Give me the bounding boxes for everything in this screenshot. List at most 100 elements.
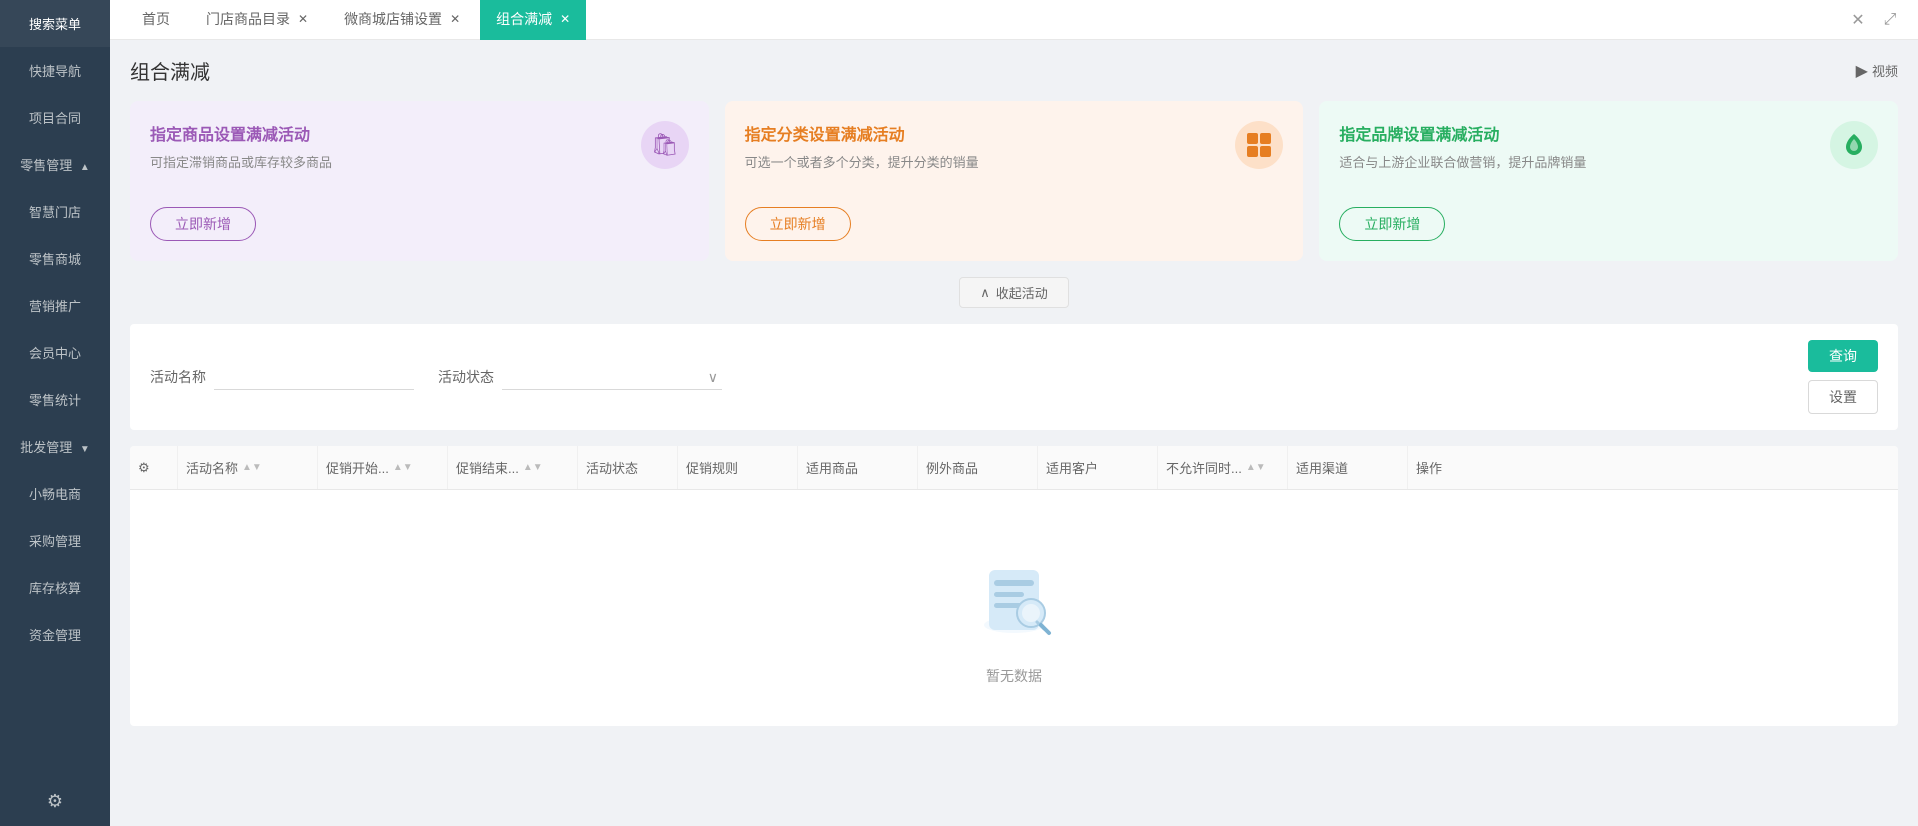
sidebar-item-label: 批发管理 [20,440,72,455]
sidebar-item-purchase-mgmt[interactable]: 采购管理 [0,517,110,564]
sidebar-item-finance-mgmt[interactable]: 资金管理 [0,611,110,658]
th-applicable-customers: 适用客户 [1038,446,1158,489]
th-activity-status: 活动状态 [578,446,678,489]
settings-button[interactable]: 设置 [1808,380,1878,414]
sidebar-item-label: 零售统计 [29,393,81,408]
th-excluded-goods: 例外商品 [918,446,1038,489]
video-link[interactable]: ▶ 视频 [1856,61,1898,81]
tab-close-wechat-settings[interactable]: ✕ [450,12,460,26]
card-category-discount: 指定分类设置满减活动 可选一个或者多个分类，提升分类的销量 立即新增 [725,101,1304,261]
sort-icon[interactable]: ▲▼ [242,463,262,473]
sidebar-item-label: 营销推广 [29,299,81,314]
card-product-icon: 🛍 [641,121,689,169]
filter-activity-name-label: 活动名称 [150,367,206,387]
sidebar-item-member-center[interactable]: 会员中心 [0,329,110,376]
card-category-icon [1235,121,1283,169]
empty-illustration [964,550,1064,650]
card-category-title: 指定分类设置满减活动 [745,121,1284,145]
sort-icon[interactable]: ▲▼ [1246,463,1266,473]
sort-icon[interactable]: ▲▼ [523,463,543,473]
sidebar-item-label: 智慧门店 [29,205,81,220]
card-product-desc: 可指定滞销商品或库存较多商品 [150,153,689,174]
empty-text: 暂无数据 [986,666,1042,686]
filter-activity-status: 活动状态 ∨ [438,365,722,390]
card-brand-add-button[interactable]: 立即新增 [1339,207,1445,241]
sidebar-item-label: 资金管理 [29,628,81,643]
card-product-add-button[interactable]: 立即新增 [150,207,256,241]
th-operations: 操作 [1408,446,1528,489]
filter-activity-name: 活动名称 [150,365,414,390]
card-brand-discount: 指定品牌设置满减活动 适合与上游企业联合做营销，提升品牌销量 立即新增 [1319,101,1898,261]
card-product-discount: 指定商品设置满减活动 可指定滞销商品或库存较多商品 🛍 立即新增 [130,101,709,261]
page-header: 组合满减 ▶ 视频 [130,56,1898,85]
th-no-concurrent: 不允许同时... ▲▼ [1158,446,1288,489]
card-category-desc: 可选一个或者多个分类，提升分类的销量 [745,153,1284,174]
activity-status-select-wrap: ∨ [502,365,722,390]
sidebar-item-wholesale-mgmt[interactable]: 批发管理 [0,423,110,470]
collapse-arrow-icon: ∧ [980,285,990,301]
sidebar-item-retail-mall[interactable]: 零售商城 [0,235,110,282]
th-promo-start: 促销开始... ▲▼ [318,446,448,489]
window-maximize-button[interactable]: ⤢ [1878,8,1902,32]
sidebar-item-marketing[interactable]: 营销推广 [0,282,110,329]
gear-icon: ⚙ [138,460,150,476]
play-icon: ▶ [1856,61,1868,81]
sidebar-item-search-menu[interactable]: 搜索菜单 [0,0,110,47]
activity-status-select[interactable] [502,365,722,390]
sidebar-bottom: ⚙ [0,777,110,826]
sidebar-item-label: 小畅电商 [29,487,81,502]
tab-actions: ✕ ⤢ [1846,8,1902,32]
tab-bar: 首页 门店商品目录 ✕ 微商城店铺设置 ✕ 组合满减 ✕ ✕ ⤢ [110,0,1918,40]
card-category-add-button[interactable]: 立即新增 [745,207,851,241]
sidebar-item-label: 项目合同 [29,111,81,126]
sidebar-item-label: 库存核算 [29,581,81,596]
tab-home[interactable]: 首页 [126,0,186,40]
card-product-title: 指定商品设置满减活动 [150,121,689,145]
settings-icon[interactable]: ⚙ [0,777,110,826]
tab-close-combo-discount[interactable]: ✕ [560,12,570,26]
th-applicable-channels: 适用渠道 [1288,446,1408,489]
page-title: 组合满减 [130,56,210,85]
sidebar-item-project-contract[interactable]: 项目合同 [0,94,110,141]
card-brand-desc: 适合与上游企业联合做营销，提升品牌销量 [1339,153,1878,174]
tab-combo-discount[interactable]: 组合满减 ✕ [480,0,586,40]
sidebar-item-label: 搜索菜单 [29,17,81,32]
tab-close-store-catalog[interactable]: ✕ [298,12,308,26]
filter-row: 活动名称 活动状态 ∨ 查询 设置 [130,324,1898,430]
sidebar-item-label: 零售商城 [29,252,81,267]
window-close-button[interactable]: ✕ [1846,8,1870,32]
card-brand-icon [1830,121,1878,169]
data-table: ⚙ 活动名称 ▲▼ 促销开始... ▲▼ 促销结束... ▲▼ 活动状态 [130,446,1898,726]
sidebar-item-label: 采购管理 [29,534,81,549]
th-settings[interactable]: ⚙ [130,446,178,489]
th-promo-end: 促销结束... ▲▼ [448,446,578,489]
activity-name-input[interactable] [214,365,414,390]
sidebar-item-label: 零售管理 [20,158,72,173]
promo-cards: 指定商品设置满减活动 可指定滞销商品或库存较多商品 🛍 立即新增 指定分类设置满… [130,101,1898,261]
filter-activity-status-label: 活动状态 [438,367,494,387]
sidebar-item-quick-nav[interactable]: 快捷导航 [0,47,110,94]
sidebar-item-xiaochang-ecom[interactable]: 小畅电商 [0,470,110,517]
sidebar-item-retail-mgmt[interactable]: 零售管理 [0,141,110,188]
th-promo-rules: 促销规则 [678,446,798,489]
tab-store-catalog[interactable]: 门店商品目录 ✕ [190,0,324,40]
empty-state: 暂无数据 [130,490,1898,726]
table-header: ⚙ 活动名称 ▲▼ 促销开始... ▲▼ 促销结束... ▲▼ 活动状态 [130,446,1898,490]
th-applicable-goods: 适用商品 [798,446,918,489]
sidebar-item-label: 快捷导航 [29,64,81,79]
main-area: 首页 门店商品目录 ✕ 微商城店铺设置 ✕ 组合满减 ✕ ✕ ⤢ 组合满减 ▶ … [110,0,1918,826]
tab-wechat-settings[interactable]: 微商城店铺设置 ✕ [328,0,476,40]
sort-icon[interactable]: ▲▼ [393,463,413,473]
content-area: 组合满减 ▶ 视频 指定商品设置满减活动 可指定滞销商品或库存较多商品 🛍 立即… [110,40,1918,826]
sidebar-item-inventory[interactable]: 库存核算 [0,564,110,611]
sidebar-item-retail-stats[interactable]: 零售统计 [0,376,110,423]
query-button[interactable]: 查询 [1808,340,1878,372]
th-activity-name: 活动名称 ▲▼ [178,446,318,489]
filter-actions: 查询 设置 [1808,340,1878,414]
sidebar-item-smart-store[interactable]: 智慧门店 [0,188,110,235]
card-brand-title: 指定品牌设置满减活动 [1339,121,1878,145]
sidebar: 搜索菜单 快捷导航 项目合同 零售管理 智慧门店 零售商城 营销推广 会员中心 … [0,0,110,826]
sidebar-item-label: 会员中心 [29,346,81,361]
collapse-bar: ∧ 收起活动 [130,277,1898,308]
collapse-button[interactable]: ∧ 收起活动 [959,277,1069,308]
